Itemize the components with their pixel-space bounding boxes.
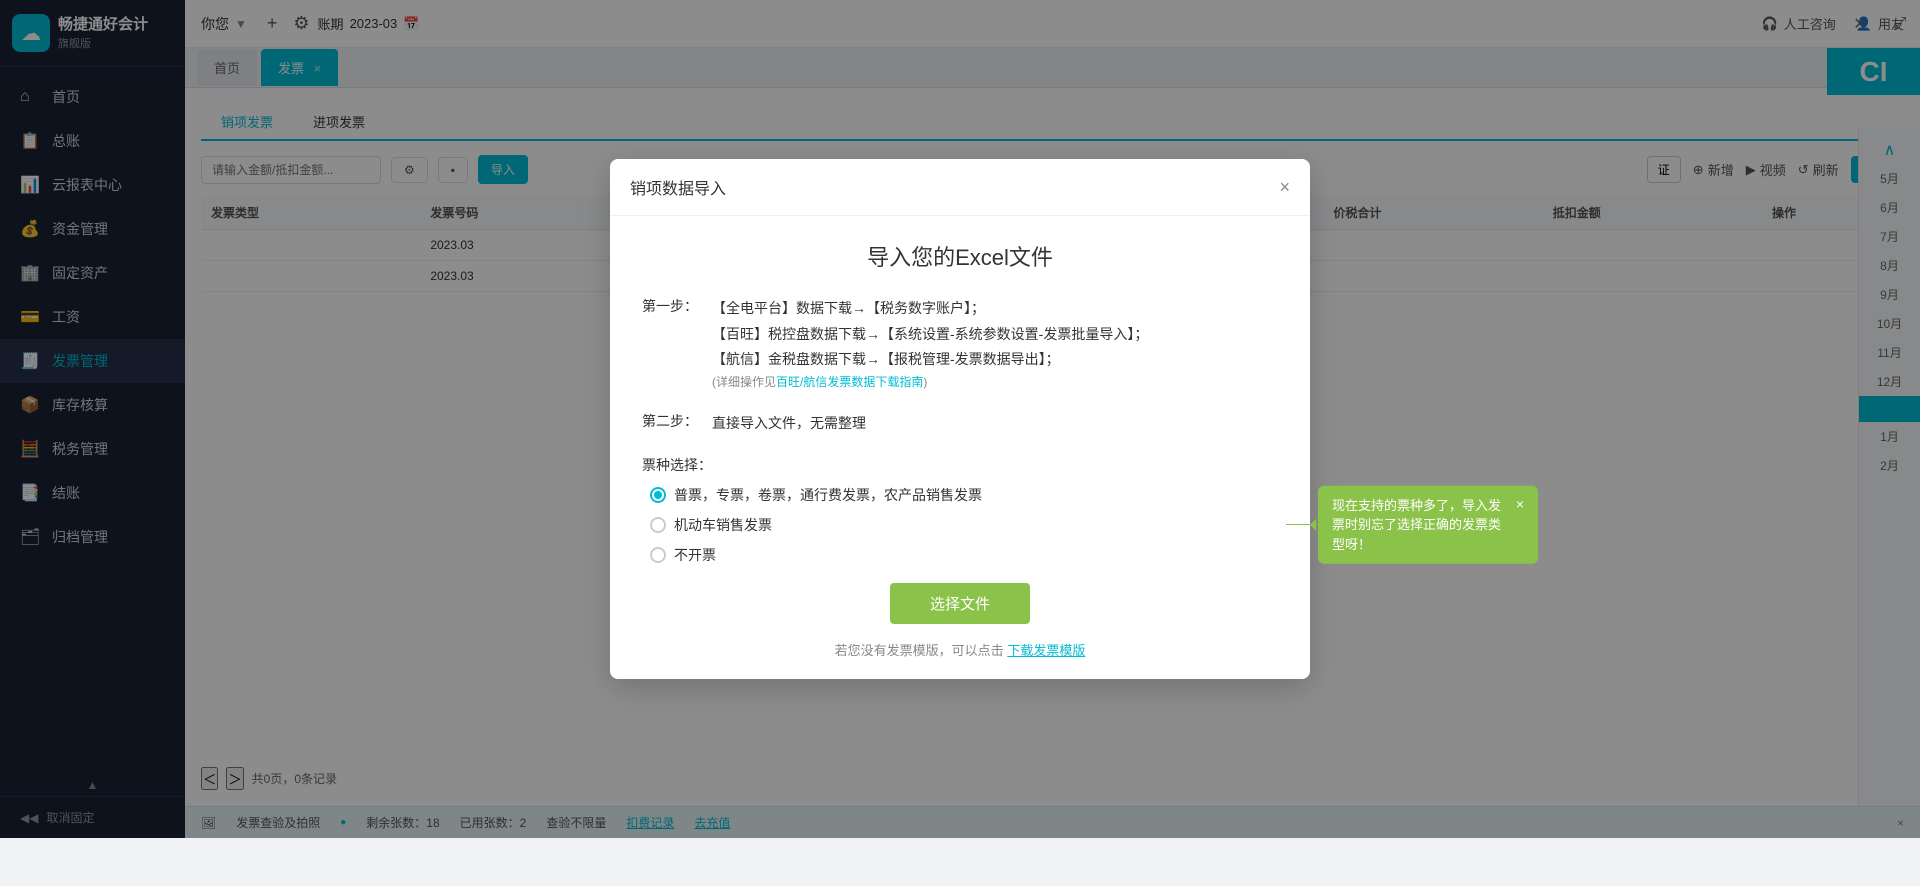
radio-none-label: 不开票 (674, 545, 716, 565)
footer-text: 若您没有发票模版，可以点击 (835, 643, 1004, 658)
step2: 第二步： 直接导入文件，无需整理 (642, 411, 1278, 436)
modal-overlay: 销项数据导入 × 导入您的Excel文件 第一步： 【全电平台】数据下载→【税务… (0, 0, 1920, 838)
modal-body: 导入您的Excel文件 第一步： 【全电平台】数据下载→【税务数字账户】； 【百… (610, 216, 1310, 678)
radio-normal-label: 普票，专票，卷票，通行费发票，农产品销售发票 (674, 485, 982, 505)
step1-line3: 【航信】金税盘数据下载→【报税管理-发票数据导出】； (712, 347, 1148, 372)
radio-motor-circle (650, 517, 666, 533)
step1: 第一步： 【全电平台】数据下载→【税务数字账户】； 【百旺】税控盘数据下载→【系… (642, 296, 1278, 393)
modal-footer: 若您没有发票模版，可以点击 下载发票模版 (642, 640, 1278, 659)
tooltip-bubble: 现在支持的票种多了，导入发票时别忘了选择正确的发票类型呀！ × (1318, 485, 1538, 564)
ticket-select: 票种选择： 普票，专票，卷票，通行费发票，农产品销售发票 机动车销售发票 (642, 455, 1278, 565)
step2-content: 直接导入文件，无需整理 (712, 411, 866, 436)
step1-label: 第一步： (642, 296, 712, 393)
step2-label: 第二步： (642, 411, 712, 436)
tooltip-text: 现在支持的票种多了，导入发票时别忘了选择正确的发票类型呀！ (1332, 495, 1510, 554)
step1-note: (详细操作见百旺/航信发票数据下载指南) (712, 372, 1148, 394)
download-template-link[interactable]: 下载发票模版 (1007, 643, 1085, 658)
step1-line2: 【百旺】税控盘数据下载→【系统设置-系统参数设置-发票批量导入】； (712, 322, 1148, 347)
radio-motor-label: 机动车销售发票 (674, 515, 772, 535)
step1-content: 【全电平台】数据下载→【税务数字账户】； 【百旺】税控盘数据下载→【系统设置-系… (712, 296, 1148, 393)
modal-header: 销项数据导入 × (610, 159, 1310, 216)
radio-group: 普票，专票，卷票，通行费发票，农产品销售发票 机动车销售发票 (642, 485, 1278, 565)
radio-normal-circle (650, 487, 666, 503)
tooltip-close-button[interactable]: × (1510, 495, 1524, 511)
radio-motor-wrapper: 机动车销售发票 现在支持的票种多了，导入发票时别忘了选择正确的发票类型呀！ × (650, 515, 1278, 535)
step1-line1: 【全电平台】数据下载→【税务数字账户】； (712, 296, 1148, 321)
import-modal: 销项数据导入 × 导入您的Excel文件 第一步： 【全电平台】数据下载→【税务… (610, 159, 1310, 678)
ticket-label: 票种选择： (642, 455, 712, 475)
radio-normal[interactable]: 普票，专票，卷票，通行费发票，农产品销售发票 (650, 485, 1278, 505)
modal-title: 销项数据导入 (630, 175, 726, 199)
modal-main-title: 导入您的Excel文件 (642, 240, 1278, 272)
select-file-button[interactable]: 选择文件 (890, 583, 1030, 624)
guide-link[interactable]: 百旺/航信发票数据下载指南 (776, 375, 923, 389)
radio-none[interactable]: 不开票 (650, 545, 1278, 565)
radio-none-circle (650, 547, 666, 563)
radio-motor[interactable]: 机动车销售发票 (650, 515, 772, 535)
modal-close-button[interactable]: × (1279, 177, 1290, 198)
